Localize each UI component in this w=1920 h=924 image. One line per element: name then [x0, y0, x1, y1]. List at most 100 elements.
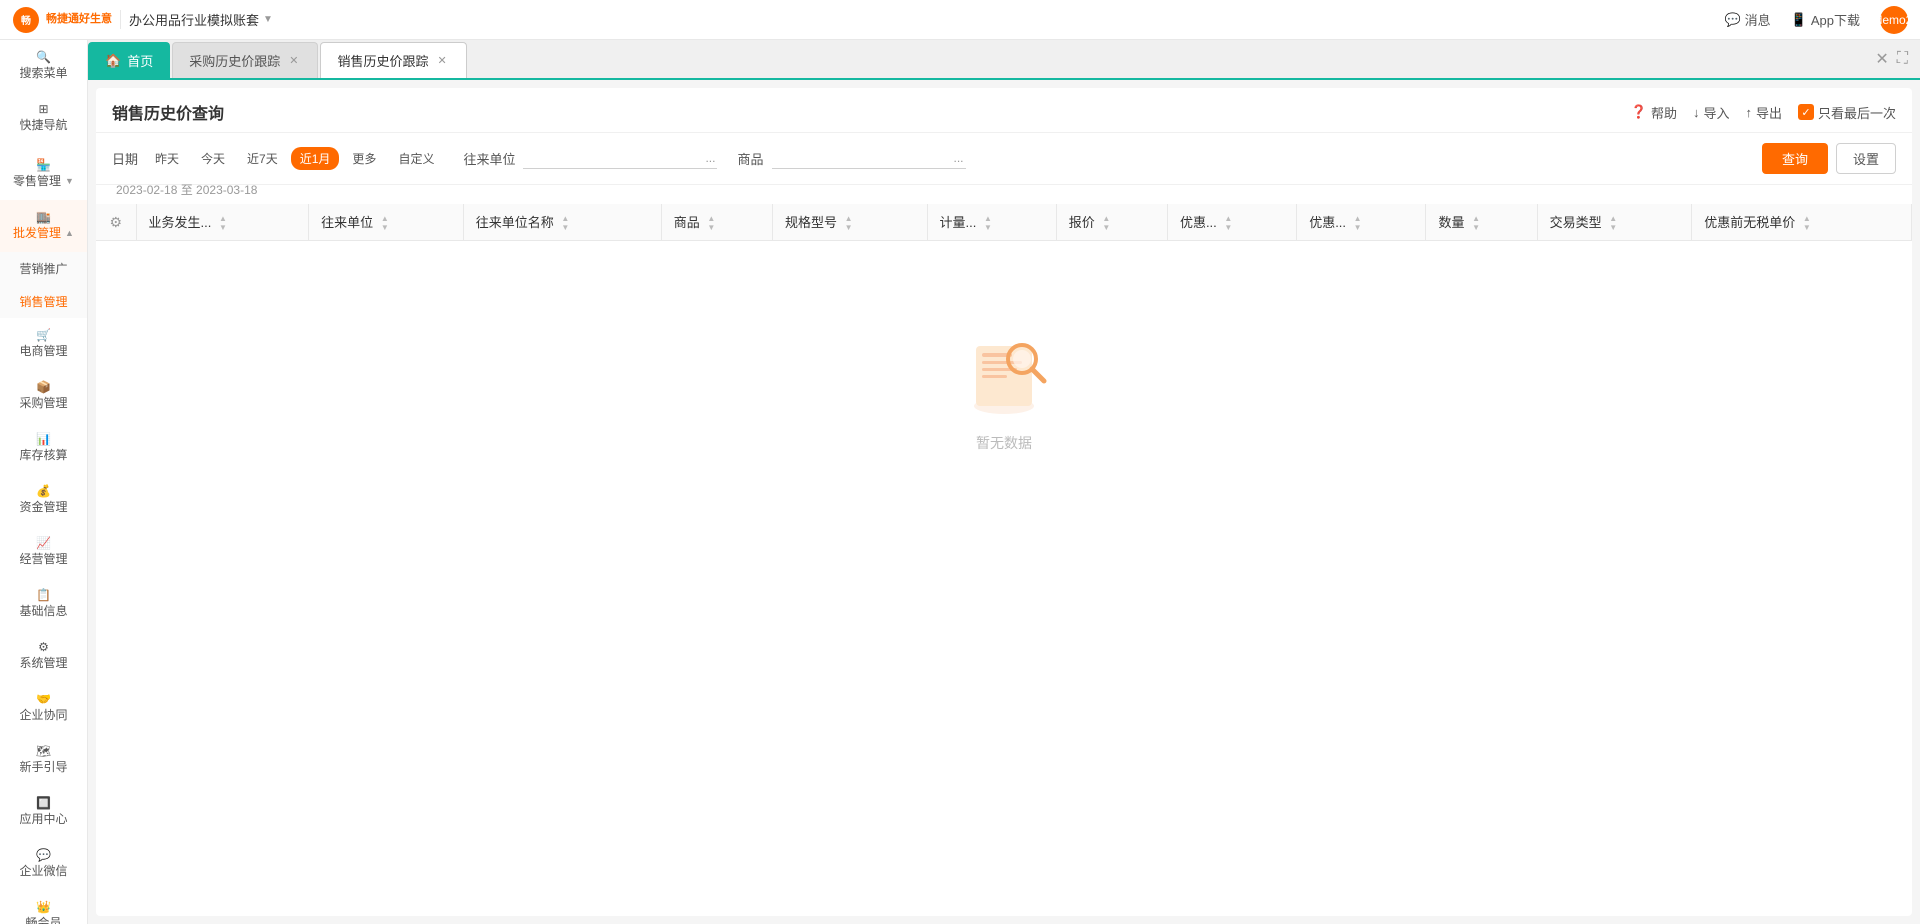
company-selector[interactable]: 办公用品行业模拟账套 ▼: [120, 10, 281, 29]
main-layout: 🔍 搜索菜单 ⊞ 快捷导航 🏪 零售管理 ▼ 🏬 批发管理 ▲ 营销推广: [0, 40, 1920, 924]
sidebar-item-member[interactable]: 👑 畅会员: [0, 890, 87, 924]
table-col-settings[interactable]: ⚙: [96, 204, 136, 241]
partner-ellipsis-btn[interactable]: ...: [703, 151, 717, 165]
table-col-discount1[interactable]: 优惠... ▲▼: [1167, 204, 1296, 241]
sidebar-item-enterprise[interactable]: 🤝 企业协同: [0, 682, 87, 734]
svg-text:畅: 畅: [21, 14, 31, 27]
sidebar-item-search[interactable]: 🔍 搜索菜单: [0, 40, 87, 92]
search-icon: 🔍: [36, 50, 51, 64]
sidebar-sub-item-label: 销售管理: [19, 293, 67, 310]
sort-icon: ▲▼: [1102, 215, 1110, 232]
query-button[interactable]: 查询: [1762, 143, 1828, 174]
chevron-down-icon: ▼: [65, 176, 74, 186]
table-col-discount2[interactable]: 优惠... ▲▼: [1297, 204, 1426, 241]
download-icon: 📱: [1791, 12, 1807, 28]
table-col-partner-name[interactable]: 往来单位名称 ▲▼: [463, 204, 661, 241]
sidebar-item-label: 经营管理: [19, 552, 67, 568]
only-last-checkbox[interactable]: ✓ 只看最后一次: [1798, 103, 1896, 122]
message-icon: 💬: [1724, 12, 1740, 28]
page-header: 销售历史价查询 ❓ 帮助 ↓ 导入 ↑ 导出 ✓: [96, 88, 1912, 133]
settings-button[interactable]: 设置: [1836, 143, 1896, 174]
table-col-pretax-price[interactable]: 优惠前无税单价 ▲▼: [1692, 204, 1912, 241]
table-col-unit[interactable]: 计量... ▲▼: [927, 204, 1056, 241]
sidebar-item-purchase[interactable]: 📦 采购管理: [0, 370, 87, 422]
guide-icon: 🗺: [36, 744, 51, 758]
table-col-biz-date[interactable]: 业务发生... ▲▼: [136, 204, 309, 241]
date-btn-last1m[interactable]: 近1月: [291, 147, 340, 170]
product-input[interactable]: [772, 149, 952, 168]
member-icon: 👑: [36, 900, 51, 914]
table-col-partner-code[interactable]: 往来单位 ▲▼: [309, 204, 464, 241]
tab-home[interactable]: 🏠 首页: [88, 42, 170, 78]
sidebar-item-ecommerce[interactable]: 🛒 电商管理: [0, 318, 87, 370]
product-ellipsis-btn[interactable]: ...: [952, 151, 966, 165]
sidebar-item-marketing[interactable]: 营销推广: [0, 252, 87, 285]
sidebar-item-label: 系统管理: [19, 656, 67, 672]
table-col-spec[interactable]: 规格型号 ▲▼: [772, 204, 927, 241]
avatar: demo2: [1880, 6, 1908, 34]
date-filter-group: 日期 昨天 今天 近7天 近1月 更多 自定义: [112, 147, 443, 170]
sidebar-item-wholesale[interactable]: 🏬 批发管理 ▲: [0, 200, 87, 252]
close-all-icon[interactable]: ✕: [1875, 49, 1888, 69]
app-download-btn[interactable]: 📱 App下载: [1791, 10, 1860, 29]
sort-icon: ▲▼: [707, 215, 715, 232]
sort-icon: ▲▼: [1354, 215, 1362, 232]
sidebar-item-quick-nav[interactable]: ⊞ 快捷导航: [0, 92, 87, 144]
table-col-trade-type[interactable]: 交易类型 ▲▼: [1537, 204, 1692, 241]
gear-icon: ⚙: [109, 214, 122, 231]
sidebar-item-sales-mgmt[interactable]: 销售管理: [0, 285, 87, 318]
page-title: 销售历史价查询: [112, 100, 224, 124]
sidebar-item-label: 电商管理: [19, 344, 67, 360]
sort-icon: ▲▼: [845, 215, 853, 232]
chevron-up-icon: ▲: [65, 228, 74, 238]
date-btn-last7[interactable]: 近7天: [238, 147, 287, 170]
page-header-actions: ❓ 帮助 ↓ 导入 ↑ 导出 ✓ 只看最后一次: [1631, 103, 1896, 122]
enterprise-icon: 🤝: [36, 692, 51, 706]
table-col-price[interactable]: 报价 ▲▼: [1056, 204, 1167, 241]
sidebar-item-system[interactable]: ⚙ 系统管理: [0, 630, 87, 682]
sort-icon: ▲▼: [219, 215, 227, 232]
partner-label: 往来单位: [463, 149, 515, 168]
date-btn-today[interactable]: 今天: [192, 147, 234, 170]
sidebar-item-retail[interactable]: 🏪 零售管理 ▼: [0, 148, 87, 200]
sidebar-item-label: 批发管理: [13, 226, 61, 242]
date-btn-more[interactable]: 更多: [343, 147, 385, 170]
checkbox-icon: ✓: [1798, 104, 1814, 120]
top-bar-right: 💬 消息 📱 App下载 demo2: [1724, 6, 1908, 34]
sidebar-item-guide[interactable]: 🗺 新手引导: [0, 734, 87, 786]
user-avatar-btn[interactable]: demo2: [1880, 6, 1908, 34]
sidebar: 🔍 搜索菜单 ⊞ 快捷导航 🏪 零售管理 ▼ 🏬 批发管理 ▲ 营销推广: [0, 40, 88, 924]
tab-sales-close[interactable]: ✕: [434, 53, 449, 68]
sidebar-item-finance[interactable]: 💰 资金管理: [0, 474, 87, 526]
tab-purchase-history[interactable]: 采购历史价跟踪 ✕: [172, 42, 318, 78]
sort-icon: ▲▼: [1609, 215, 1617, 232]
partner-input[interactable]: [523, 149, 703, 168]
sidebar-item-inventory[interactable]: 📊 库存核算: [0, 422, 87, 474]
operations-icon: 📈: [36, 536, 51, 550]
table-container: ⚙ 业务发生... ▲▼ 往来单位 ▲▼ 往来单位名称: [96, 204, 1912, 521]
page-content: 销售历史价查询 ❓ 帮助 ↓ 导入 ↑ 导出 ✓: [96, 88, 1912, 916]
import-btn[interactable]: ↓ 导入: [1693, 103, 1730, 122]
finance-icon: 💰: [36, 484, 51, 498]
sidebar-item-basic-info[interactable]: 📋 基础信息: [0, 578, 87, 630]
filter-bar: 日期 昨天 今天 近7天 近1月 更多 自定义 往来单位 ...: [96, 133, 1912, 185]
product-filter-group: 商品 ...: [737, 149, 965, 169]
date-btn-yesterday[interactable]: 昨天: [146, 147, 188, 170]
message-btn[interactable]: 💬 消息: [1724, 10, 1770, 29]
sidebar-item-label: 企业协同: [19, 708, 67, 724]
date-range-text: 2023-02-18 至 2023-03-18: [116, 183, 257, 197]
help-btn[interactable]: ❓ 帮助: [1631, 103, 1677, 122]
export-btn[interactable]: ↑ 导出: [1745, 103, 1782, 122]
sidebar-item-label: 畅会员: [25, 916, 61, 924]
sidebar-item-corp-wechat[interactable]: 💬 企业微信: [0, 838, 87, 890]
date-btn-custom[interactable]: 自定义: [389, 147, 443, 170]
sidebar-item-operations[interactable]: 📈 经营管理: [0, 526, 87, 578]
sidebar-item-label: 基础信息: [19, 604, 67, 620]
table-col-qty[interactable]: 数量 ▲▼: [1426, 204, 1537, 241]
sidebar-item-app-center[interactable]: 🔲 应用中心: [0, 786, 87, 838]
maximize-icon[interactable]: ⛶: [1897, 50, 1908, 68]
tab-purchase-close[interactable]: ✕: [286, 53, 301, 68]
table-col-product[interactable]: 商品 ▲▼: [661, 204, 772, 241]
sort-icon: ▲▼: [561, 215, 569, 232]
tab-sales-history[interactable]: 销售历史价跟踪 ✕: [320, 42, 466, 78]
